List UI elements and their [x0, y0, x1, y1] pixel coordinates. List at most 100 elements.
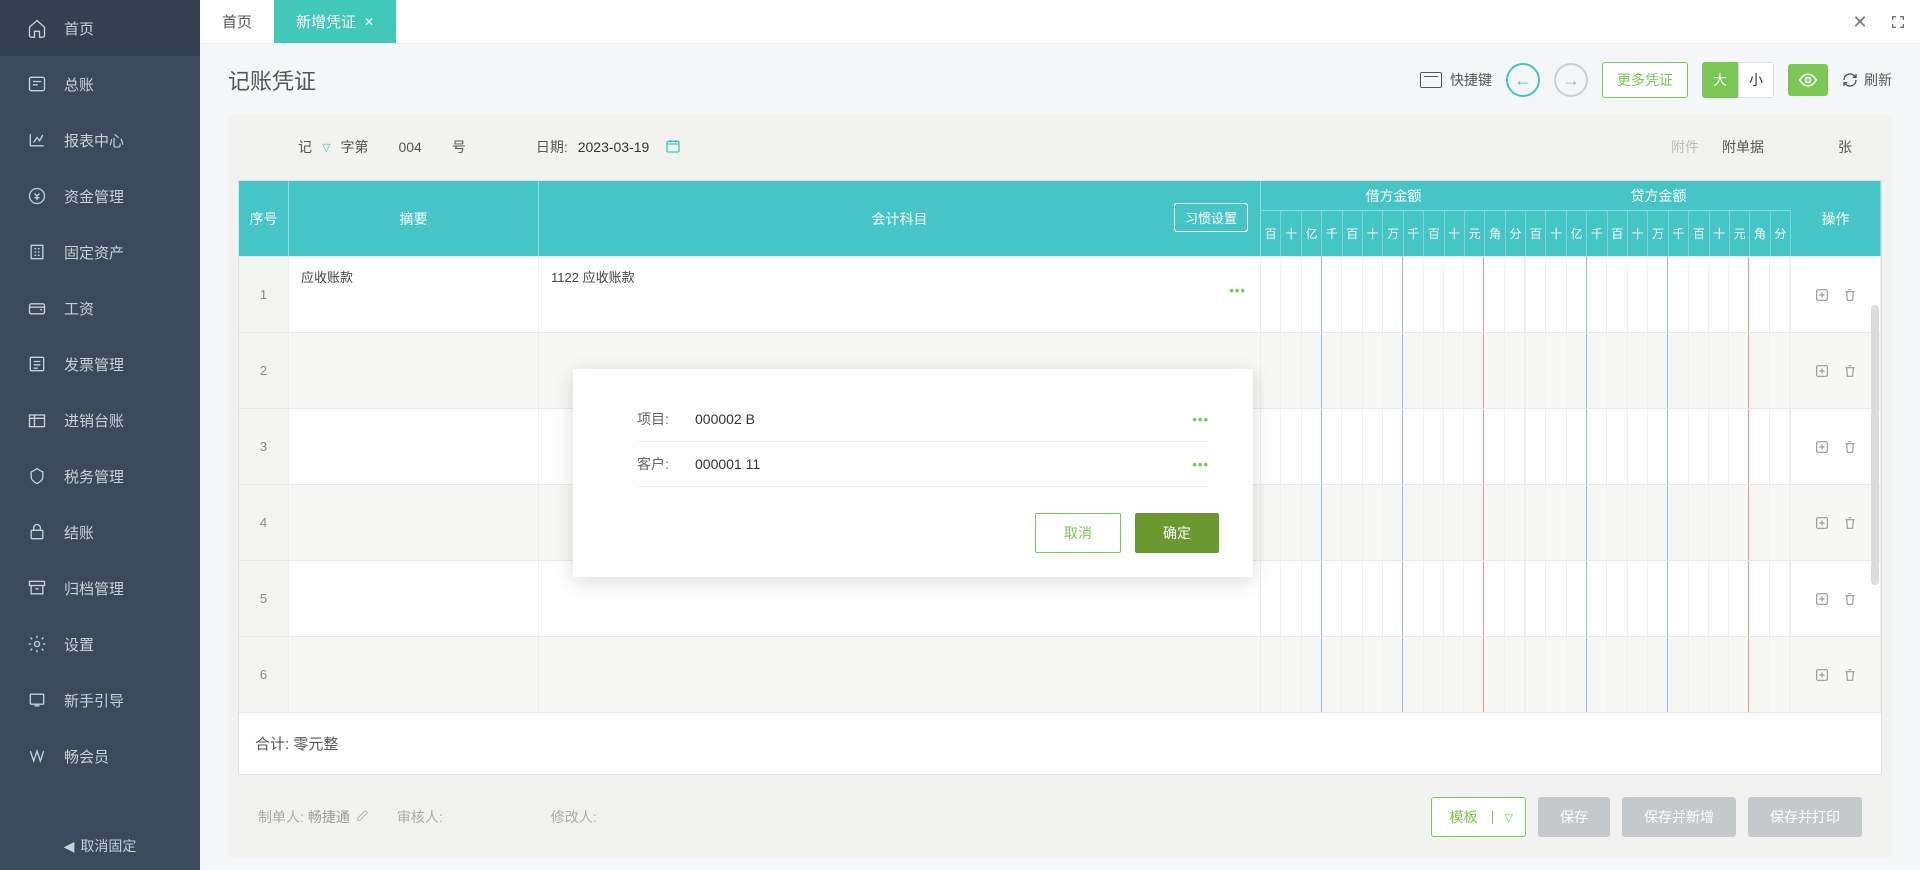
th-debit-label: 借方金额: [1261, 181, 1526, 211]
cell-credit[interactable]: [1526, 561, 1791, 636]
cell-seq: 5: [239, 561, 289, 636]
delete-row-icon[interactable]: [1842, 515, 1858, 531]
sidebar-footer-label: 取消固定: [80, 836, 136, 856]
habit-settings-button[interactable]: 习惯设置: [1174, 203, 1248, 232]
tab-new-voucher[interactable]: 新增凭证 ✕: [274, 0, 396, 43]
cell-credit[interactable]: [1526, 485, 1791, 560]
cell-summary[interactable]: 应收账款: [289, 257, 539, 332]
visibility-button[interactable]: [1788, 64, 1828, 96]
cell-summary[interactable]: [289, 485, 539, 560]
sidebar-pin-toggle[interactable]: ◀ 取消固定: [0, 822, 200, 870]
scrollbar[interactable]: [1871, 305, 1879, 585]
attach-list-label[interactable]: 附单据: [1722, 137, 1764, 157]
sidebar-item-inventory[interactable]: 进销台账: [0, 392, 200, 448]
credit-units: 百十亿千百十万千百十元角分: [1526, 211, 1791, 256]
close-icon[interactable]: ✕: [364, 15, 374, 29]
more-icon[interactable]: •••: [1192, 412, 1209, 427]
cell-debit[interactable]: [1261, 561, 1526, 636]
tab-label: 新增凭证: [296, 11, 356, 32]
cell-account[interactable]: 1122 应收账款•••: [539, 257, 1261, 332]
prev-button[interactable]: ←: [1506, 63, 1540, 97]
refresh-button[interactable]: 刷新: [1842, 70, 1892, 90]
popup-value-project[interactable]: 000002 B: [695, 411, 1192, 427]
gear-icon: [26, 633, 48, 655]
meta-text: 字第: [340, 137, 368, 157]
cell-ops: [1791, 333, 1881, 408]
table-row: 6: [239, 636, 1881, 712]
sidebar-item-guide[interactable]: 新手引导: [0, 672, 200, 728]
sidebar-item-home[interactable]: 首页: [0, 0, 200, 56]
window-close-button[interactable]: ✕: [1848, 10, 1872, 34]
sidebar-item-assets[interactable]: 固定资产: [0, 224, 200, 280]
cell-account[interactable]: [539, 637, 1261, 712]
cell-summary[interactable]: [289, 637, 539, 712]
save-button[interactable]: 保存: [1538, 797, 1610, 837]
cell-debit[interactable]: [1261, 333, 1526, 408]
vip-icon: [26, 745, 48, 767]
template-label: 模板: [1450, 807, 1478, 827]
add-row-icon[interactable]: [1814, 515, 1830, 531]
more-icon[interactable]: •••: [1229, 283, 1246, 298]
date-value[interactable]: 2023-03-19: [578, 139, 650, 155]
delete-row-icon[interactable]: [1842, 591, 1858, 607]
sidebar-item-archive[interactable]: 归档管理: [0, 560, 200, 616]
voucher-type[interactable]: 记: [298, 137, 312, 157]
cell-debit[interactable]: [1261, 257, 1526, 332]
sidebar-item-close[interactable]: 结账: [0, 504, 200, 560]
sidebar-item-vip[interactable]: 畅会员: [0, 728, 200, 784]
save-new-button[interactable]: 保存并新增: [1622, 797, 1736, 837]
ok-button[interactable]: 确定: [1135, 513, 1219, 553]
cancel-button[interactable]: 取消: [1035, 513, 1121, 553]
delete-row-icon[interactable]: [1842, 667, 1858, 683]
save-print-button[interactable]: 保存并打印: [1748, 797, 1862, 837]
cell-debit[interactable]: [1261, 485, 1526, 560]
edit-icon[interactable]: [356, 809, 369, 825]
tab-home[interactable]: 首页: [200, 0, 274, 43]
add-row-icon[interactable]: [1814, 363, 1830, 379]
sidebar-label: 报表中心: [64, 130, 124, 151]
more-icon[interactable]: •••: [1192, 457, 1209, 472]
cell-debit[interactable]: [1261, 637, 1526, 712]
inventory-icon: [26, 409, 48, 431]
chevron-down-icon[interactable]: ▽: [322, 141, 330, 154]
sidebar-item-reports[interactable]: 报表中心: [0, 112, 200, 168]
more-vouchers-button[interactable]: 更多凭证: [1602, 62, 1688, 98]
th-ops: 操作: [1791, 181, 1881, 256]
sidebar-item-tax[interactable]: 税务管理: [0, 448, 200, 504]
cell-credit[interactable]: [1526, 637, 1791, 712]
fullscreen-button[interactable]: [1886, 10, 1910, 34]
cell-credit[interactable]: [1526, 409, 1791, 484]
add-row-icon[interactable]: [1814, 287, 1830, 303]
add-row-icon[interactable]: [1814, 667, 1830, 683]
sidebar-item-settings[interactable]: 设置: [0, 616, 200, 672]
cell-summary[interactable]: [289, 409, 539, 484]
delete-row-icon[interactable]: [1842, 287, 1858, 303]
next-button[interactable]: →: [1554, 63, 1588, 97]
delete-row-icon[interactable]: [1842, 439, 1858, 455]
size-big[interactable]: 大: [1702, 62, 1738, 98]
sidebar-item-salary[interactable]: 工资: [0, 280, 200, 336]
cell-summary[interactable]: [289, 333, 539, 408]
size-small[interactable]: 小: [1738, 62, 1774, 98]
cell-summary[interactable]: [289, 561, 539, 636]
sidebar-item-funds[interactable]: 资金管理: [0, 168, 200, 224]
guide-icon: [26, 689, 48, 711]
voucher-number[interactable]: 004: [398, 139, 421, 155]
page-header: 记账凭证 快捷键 ← → 更多凭证 大 小 刷新: [200, 44, 1920, 114]
sidebar-item-ledger[interactable]: 总账: [0, 56, 200, 112]
chevron-down-icon[interactable]: ▽: [1492, 811, 1513, 824]
cell-credit[interactable]: [1526, 333, 1791, 408]
triangle-left-icon: ◀: [64, 838, 75, 855]
shortcut-button[interactable]: 快捷键: [1420, 70, 1492, 90]
add-row-icon[interactable]: [1814, 439, 1830, 455]
cell-credit[interactable]: [1526, 257, 1791, 332]
template-button[interactable]: 模板 ▽: [1431, 797, 1526, 837]
attachment-button[interactable]: 附件: [1660, 132, 1710, 162]
cell-debit[interactable]: [1261, 409, 1526, 484]
delete-row-icon[interactable]: [1842, 363, 1858, 379]
calendar-icon[interactable]: [665, 138, 681, 157]
add-row-icon[interactable]: [1814, 591, 1830, 607]
popup-value-customer[interactable]: 000001 11: [695, 456, 1192, 472]
th-seq: 序号: [239, 181, 289, 256]
sidebar-item-invoice[interactable]: 发票管理: [0, 336, 200, 392]
